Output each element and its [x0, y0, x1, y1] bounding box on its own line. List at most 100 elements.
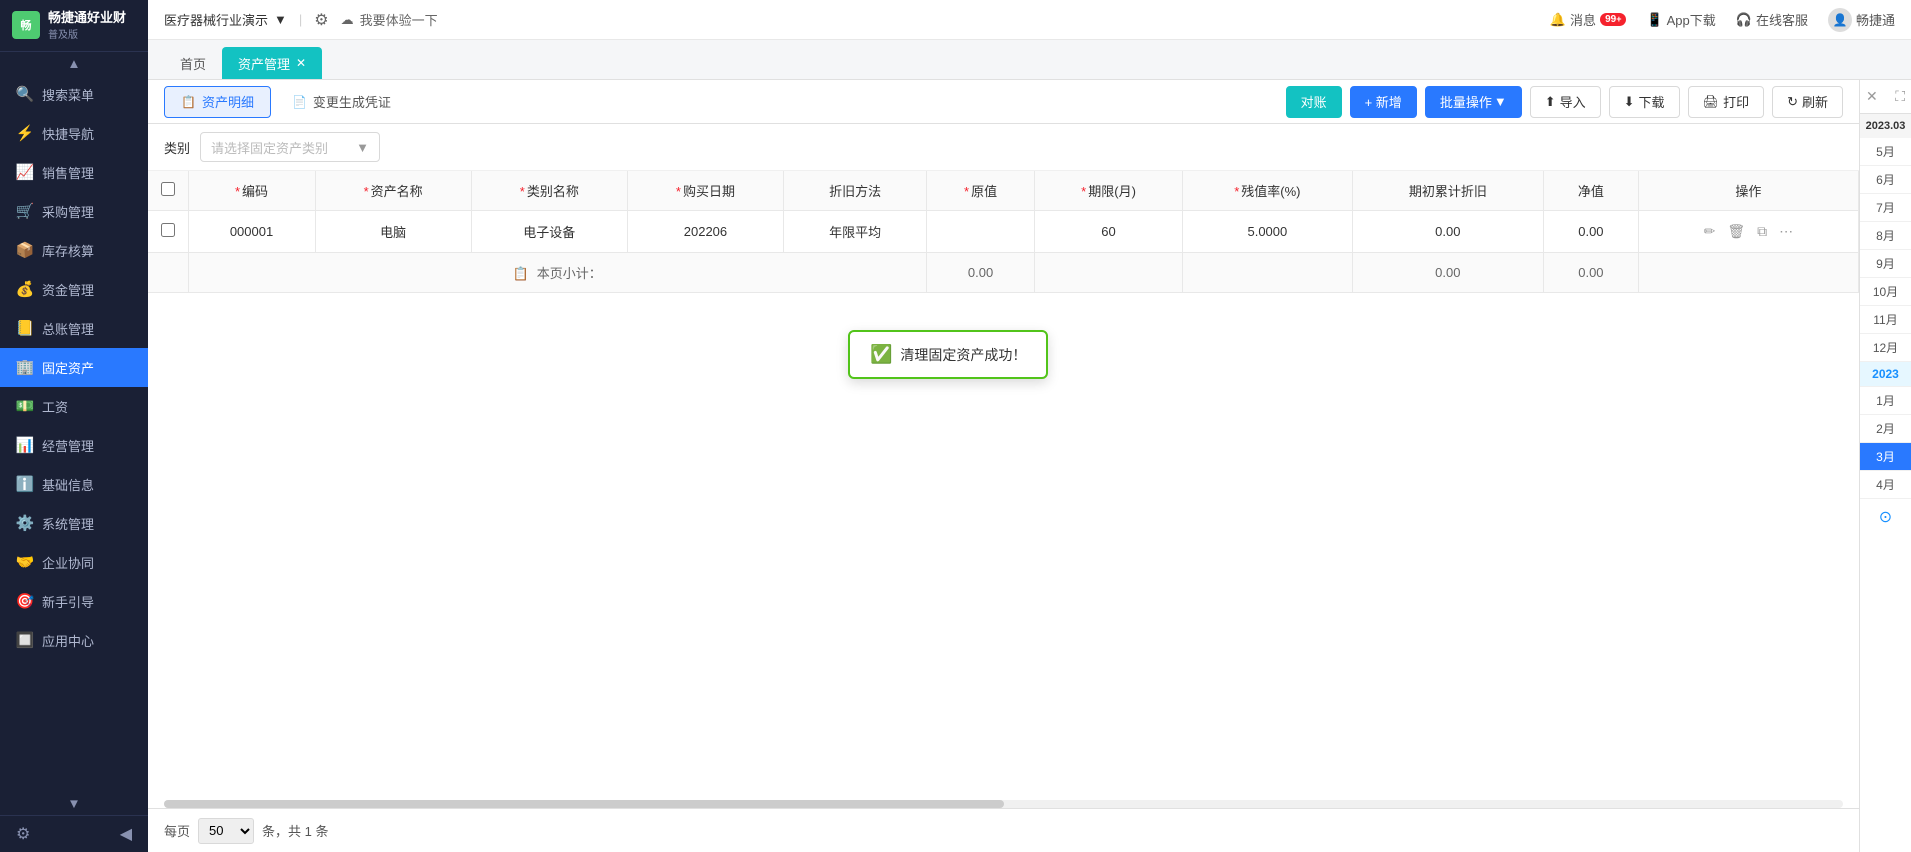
topbar-settings-icon[interactable]: ⚙: [314, 10, 328, 30]
sidebar-item-purchase[interactable]: 🛒 采购管理: [0, 192, 148, 231]
scrollbar-thumb[interactable]: [164, 800, 1004, 808]
col-original-value: *原值: [927, 171, 1035, 211]
sub-tab-change-voucher-label: 变更生成凭证: [313, 92, 391, 111]
funds-icon: 💰: [16, 280, 34, 298]
category-filter-label: 类别: [164, 138, 190, 157]
category-filter-select[interactable]: 请选择固定资产类别 ▼: [200, 132, 380, 162]
online-service-label: 在线客服: [1756, 10, 1808, 29]
batch-button[interactable]: 批量操作 ▼: [1425, 86, 1522, 118]
import-button[interactable]: ⬆ 导入: [1530, 86, 1601, 118]
tab-close-icon[interactable]: ✕: [296, 56, 306, 70]
guide-icon: 🎯: [16, 592, 34, 610]
enterprise-icon: 🤝: [16, 553, 34, 571]
row-checkbox[interactable]: [161, 223, 175, 237]
new-label: + 新增: [1365, 92, 1402, 111]
collapse-icon[interactable]: ◀: [120, 824, 132, 844]
panel-month-1[interactable]: 1月: [1860, 387, 1911, 415]
experience-text: 我要体验一下: [360, 10, 438, 29]
refresh-button[interactable]: ↻ 刷新: [1772, 86, 1843, 118]
row-initial-accumulated-depreciation: 0.00: [1352, 211, 1543, 253]
panel-month-10[interactable]: 10月: [1860, 278, 1911, 306]
delete-btn[interactable]: 🗑: [1725, 221, 1747, 242]
dropdown-icon: ▼: [274, 12, 287, 27]
row-purchase-date: 202206: [627, 211, 783, 253]
sidebar-item-payroll[interactable]: 💵 工资: [0, 387, 148, 426]
download-icon: ⬇: [1624, 94, 1635, 110]
sidebar-scroll-up[interactable]: ▲: [0, 52, 148, 75]
subtotal-residual-rate: [1183, 253, 1353, 293]
mobile-icon: 📱: [1646, 12, 1662, 28]
close-panel-icon[interactable]: ✕: [1866, 88, 1878, 105]
experience-btn[interactable]: ☁ 我要体验一下: [341, 10, 438, 29]
reconcile-button[interactable]: 对账: [1286, 86, 1342, 118]
col-net-value: 净值: [1544, 171, 1639, 211]
notifications-label: 消息: [1570, 10, 1596, 29]
panel-month-11[interactable]: 11月: [1860, 306, 1911, 334]
panel-month-12[interactable]: 12月: [1860, 334, 1911, 362]
payroll-icon: 💵: [16, 397, 34, 415]
panel-bottom-icon: ⊙: [1879, 499, 1892, 535]
bell-icon: 🔔: [1550, 12, 1566, 28]
row-depreciation-method: 年限平均: [784, 211, 927, 253]
sidebar-item-app-center[interactable]: 🔲 应用中心: [0, 621, 148, 660]
sidebar-item-system[interactable]: ⚙️ 系统管理: [0, 504, 148, 543]
asset-detail-icon: 📋: [181, 95, 196, 109]
per-page-select[interactable]: 50 100: [198, 818, 254, 844]
panel-year: 2023.03: [1860, 114, 1911, 138]
print-label: 打印: [1723, 92, 1749, 111]
panel-month-2[interactable]: 2月: [1860, 415, 1911, 443]
notifications-btn[interactable]: 🔔 消息 99+: [1550, 10, 1627, 29]
sidebar-item-quick-nav[interactable]: ⚡ 快捷导航: [0, 114, 148, 153]
sidebar-item-inventory[interactable]: 📦 库存核算: [0, 231, 148, 270]
sidebar-item-guide[interactable]: 🎯 新手引导: [0, 582, 148, 621]
sidebar-item-sales[interactable]: 📈 销售管理: [0, 153, 148, 192]
sidebar-item-ledger[interactable]: 📒 总账管理: [0, 309, 148, 348]
sidebar-item-label: 资金管理: [42, 280, 94, 299]
panel-month-3-current[interactable]: 3月: [1860, 443, 1911, 471]
batch-label: 批量操作: [1440, 92, 1492, 111]
subtotal-label: 本页小计：: [537, 266, 602, 281]
sidebar-item-fixed-assets[interactable]: 🏢 固定资产: [0, 348, 148, 387]
fixed-assets-icon: 🏢: [16, 358, 34, 376]
sidebar-item-enterprise[interactable]: 🤝 企业协同: [0, 543, 148, 582]
select-all-checkbox[interactable]: [161, 182, 175, 196]
sidebar-item-label: 总账管理: [42, 319, 94, 338]
sub-tab-asset-detail[interactable]: 📋 资产明细: [164, 86, 271, 118]
tab-home[interactable]: 首页: [164, 47, 222, 79]
panel-month-7[interactable]: 7月: [1860, 194, 1911, 222]
sidebar-item-operations[interactable]: 📊 经营管理: [0, 426, 148, 465]
sidebar-item-search[interactable]: 🔍 搜索菜单: [0, 75, 148, 114]
download-button[interactable]: ⬇ 下载: [1609, 86, 1680, 118]
topbar-divider: |: [299, 12, 302, 27]
copy-btn[interactable]: ⧉: [1755, 221, 1769, 242]
panel-month-6[interactable]: 6月: [1860, 166, 1911, 194]
expand-panel-icon[interactable]: ⛶: [1895, 88, 1905, 105]
sub-tab-change-voucher[interactable]: 📄 变更生成凭证: [275, 86, 408, 118]
online-service-btn[interactable]: 🎧 在线客服: [1736, 10, 1808, 29]
panel-month-8[interactable]: 8月: [1860, 222, 1911, 250]
horizontal-scrollbar[interactable]: [164, 800, 1843, 808]
new-button[interactable]: + 新增: [1350, 86, 1417, 118]
row-code: 000001: [188, 211, 315, 253]
sidebar-scroll-down[interactable]: ▼: [0, 792, 148, 815]
search-icon: 🔍: [16, 85, 34, 103]
sidebar-item-label: 快捷导航: [42, 124, 94, 143]
settings-icon[interactable]: ⚙: [16, 824, 30, 844]
panel-month-4[interactable]: 4月: [1860, 471, 1911, 499]
app-download-btn[interactable]: 📱 App下载: [1646, 10, 1715, 29]
panel-month-9[interactable]: 9月: [1860, 250, 1911, 278]
company-selector[interactable]: 医疗器械行业演示 ▼: [164, 10, 287, 29]
app-title-block: 畅捷通好业财 普及版: [48, 10, 126, 41]
tab-asset-management[interactable]: 资产管理 ✕: [222, 47, 322, 79]
user-menu[interactable]: 👤 畅捷通: [1828, 8, 1895, 32]
edit-btn[interactable]: ✏: [1702, 221, 1718, 242]
print-button[interactable]: 🖨 打印: [1688, 86, 1765, 118]
app-edition: 普及版: [48, 26, 126, 41]
more-btn[interactable]: ⋯: [1777, 221, 1795, 242]
panel-month-5[interactable]: 5月: [1860, 138, 1911, 166]
sidebar-item-basic-info[interactable]: ℹ️ 基础信息: [0, 465, 148, 504]
pagination-bar: 每页 50 100 条，共 1 条: [148, 808, 1859, 852]
sales-icon: 📈: [16, 163, 34, 181]
sidebar-item-label: 库存核算: [42, 241, 94, 260]
sidebar-item-funds[interactable]: 💰 资金管理: [0, 270, 148, 309]
